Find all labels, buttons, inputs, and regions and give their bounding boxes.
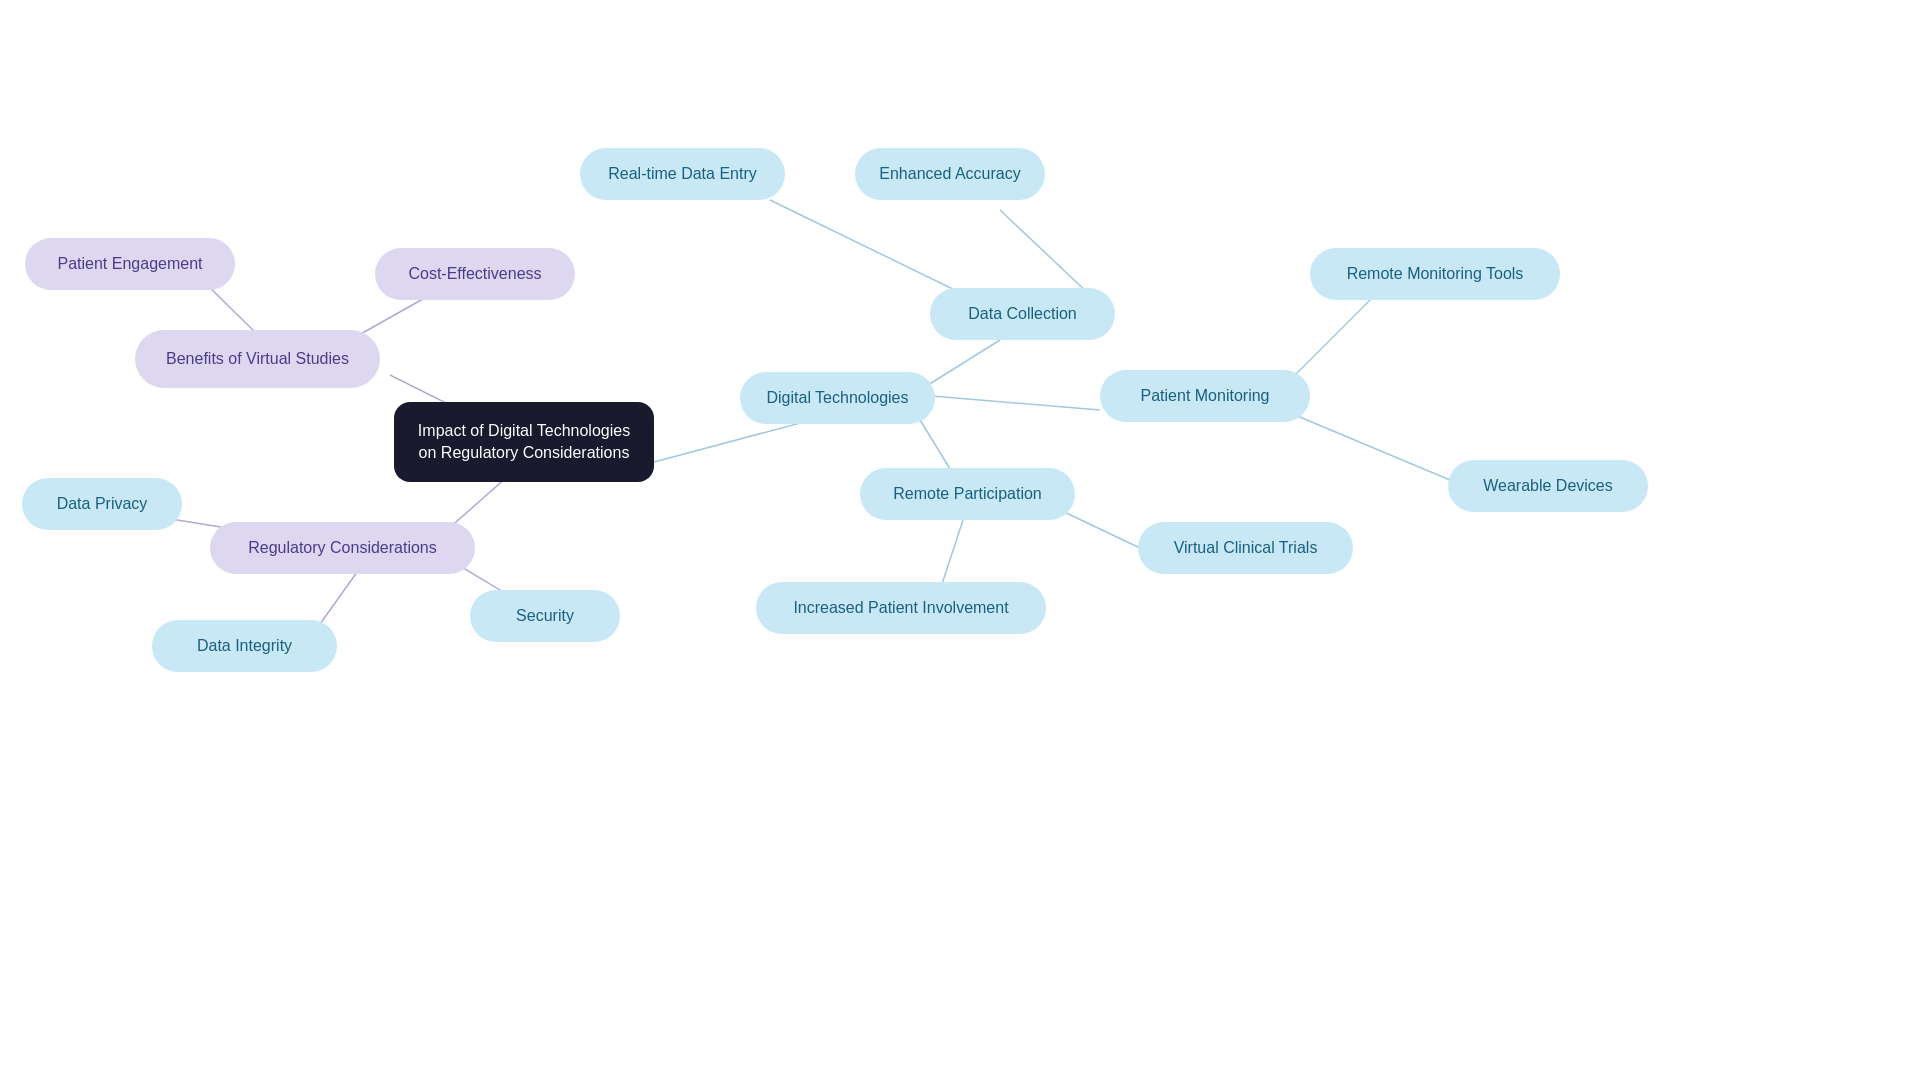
- enhanced-accuracy-node: Enhanced Accuracy: [855, 148, 1045, 200]
- data-privacy-label: Data Privacy: [57, 493, 148, 515]
- patient-engagement-label: Patient Engagement: [58, 253, 203, 275]
- remote-participation-label: Remote Participation: [893, 483, 1042, 505]
- virtual-clinical-node: Virtual Clinical Trials: [1138, 522, 1353, 574]
- patient-monitoring-node: Patient Monitoring: [1100, 370, 1310, 422]
- data-collection-label: Data Collection: [968, 303, 1077, 325]
- svg-line-4: [920, 395, 1100, 410]
- security-node: Security: [470, 590, 620, 642]
- virtual-clinical-label: Virtual Clinical Trials: [1174, 537, 1318, 559]
- increased-patient-node: Increased Patient Involvement: [756, 582, 1046, 634]
- cost-effectiveness-node: Cost-Effectiveness: [375, 248, 575, 300]
- center-label: Impact of Digital Technologies on Regula…: [418, 420, 630, 465]
- digital-technologies-label: Digital Technologies: [766, 387, 908, 409]
- remote-monitoring-label: Remote Monitoring Tools: [1347, 263, 1524, 285]
- svg-line-11: [940, 520, 963, 590]
- data-integrity-node: Data Integrity: [152, 620, 337, 672]
- data-integrity-label: Data Integrity: [197, 635, 292, 657]
- remote-monitoring-node: Remote Monitoring Tools: [1310, 248, 1560, 300]
- wearable-devices-node: Wearable Devices: [1448, 460, 1648, 512]
- regulatory-node: Regulatory Considerations: [210, 522, 475, 574]
- patient-monitoring-label: Patient Monitoring: [1141, 385, 1270, 407]
- remote-participation-node: Remote Participation: [860, 468, 1075, 520]
- svg-line-9: [1295, 415, 1450, 480]
- svg-line-10: [1060, 510, 1140, 548]
- realtime-data-node: Real-time Data Entry: [580, 148, 785, 200]
- data-privacy-node: Data Privacy: [22, 478, 182, 530]
- svg-line-8: [1295, 290, 1380, 375]
- digital-technologies-node: Digital Technologies: [740, 372, 935, 424]
- security-label: Security: [516, 605, 574, 627]
- data-collection-node: Data Collection: [930, 288, 1115, 340]
- regulatory-label: Regulatory Considerations: [248, 537, 437, 559]
- svg-line-3: [920, 340, 1000, 390]
- patient-engagement-node: Patient Engagement: [25, 238, 235, 290]
- realtime-data-label: Real-time Data Entry: [608, 163, 757, 185]
- svg-line-7: [1000, 210, 1090, 295]
- center-node: Impact of Digital Technologies on Regula…: [394, 402, 654, 482]
- wearable-devices-label: Wearable Devices: [1483, 475, 1613, 497]
- benefits-node: Benefits of Virtual Studies: [135, 330, 380, 388]
- increased-patient-label: Increased Patient Involvement: [793, 597, 1008, 619]
- enhanced-accuracy-label: Enhanced Accuracy: [879, 163, 1020, 185]
- benefits-label: Benefits of Virtual Studies: [166, 348, 349, 370]
- cost-effectiveness-label: Cost-Effectiveness: [408, 263, 541, 285]
